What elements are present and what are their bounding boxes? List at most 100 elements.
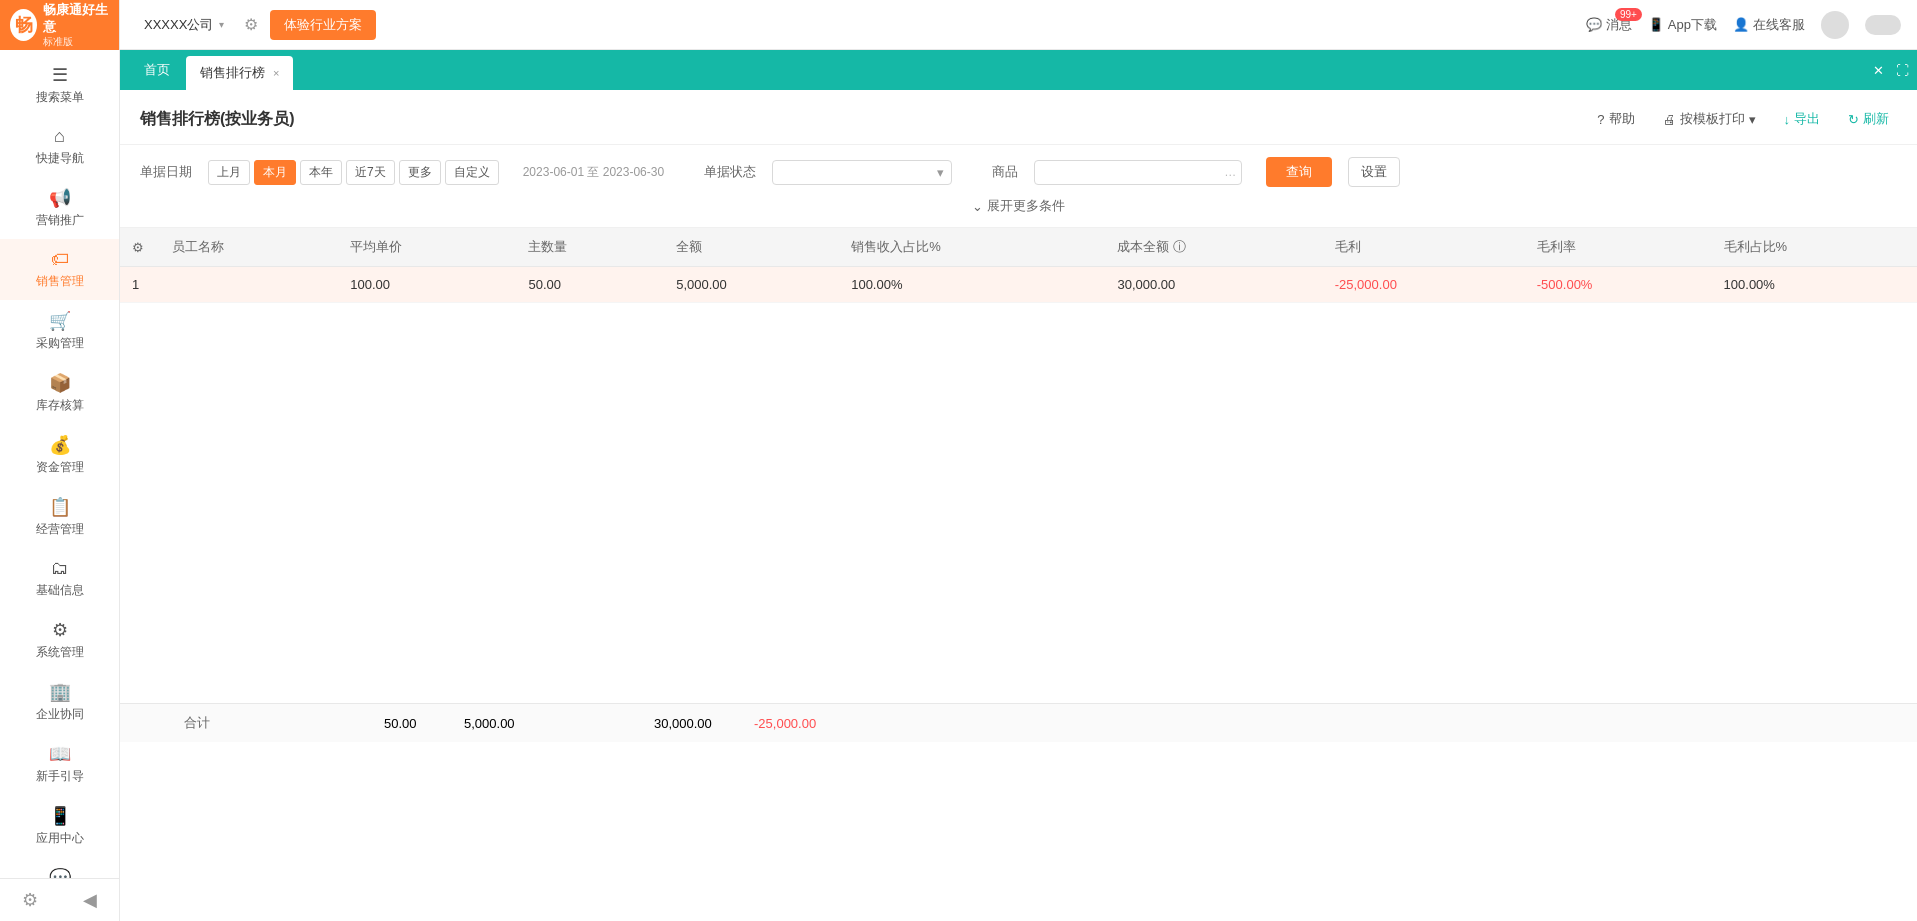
date-btn-custom[interactable]: 自定义 xyxy=(445,160,499,185)
footer-gross: -25,000.00 xyxy=(742,716,842,731)
sidebar-item-enterprise[interactable]: 🏢 企业协同 xyxy=(0,671,119,733)
date-btn-more[interactable]: 更多 xyxy=(399,160,441,185)
tab-sales-ranking[interactable]: 销售排行榜 × xyxy=(186,56,293,90)
th-settings[interactable]: ⚙ xyxy=(120,228,160,267)
home-tab-label: 首页 xyxy=(144,61,170,79)
purchase-icon: 🛒 xyxy=(49,310,71,332)
settings-button[interactable]: 设置 xyxy=(1348,157,1400,187)
th-qty: 主数量 xyxy=(516,228,664,267)
sidebar-item-inventory[interactable]: 📦 库存核算 xyxy=(0,362,119,424)
status-select[interactable] xyxy=(772,160,952,185)
filter-area: 单据日期 上月 本月 本年 近7天 更多 自定义 2023-06-01 至 20… xyxy=(120,145,1917,228)
expand-more-btn[interactable]: ⌄ 展开更多条件 xyxy=(972,197,1065,215)
company-selector[interactable]: XXXXX公司 ▾ xyxy=(136,12,232,38)
cell-gross: -25,000.00 xyxy=(1323,267,1525,303)
online-service-button[interactable]: 👤 在线客服 xyxy=(1733,16,1805,34)
sales-icon: 🏷 xyxy=(51,249,69,270)
date-btn-last-month[interactable]: 上月 xyxy=(208,160,250,185)
sidebar-item-label: 资金管理 xyxy=(36,459,84,476)
sidebar-item-shortcut[interactable]: ⌂ 快捷导航 xyxy=(0,116,119,177)
search-menu-icon: ☰ xyxy=(52,64,68,86)
status-select-wrapper xyxy=(772,160,952,185)
sidebar-item-label: 销售管理 xyxy=(36,273,84,290)
page: 销售排行榜(按业务员) ? 帮助 🖨 按模板打印 ▾ ↓ 导出 xyxy=(120,90,1917,921)
query-button[interactable]: 查询 xyxy=(1266,157,1332,187)
close-tab-icon[interactable]: × xyxy=(273,67,279,79)
table-row: 1 100.00 50.00 5,000.00 100.00% 30,000.0… xyxy=(120,267,1917,303)
goods-input[interactable] xyxy=(1034,160,1242,185)
sidebar-item-wechat[interactable]: 💬 企业微信 xyxy=(0,857,119,878)
enterprise-icon: 🏢 xyxy=(49,681,71,703)
settings-bottom-icon[interactable]: ⚙ xyxy=(22,889,38,911)
newbie-icon: 📖 xyxy=(49,743,71,765)
goods-label: 商品 xyxy=(992,163,1018,181)
expand-label: 展开更多条件 xyxy=(987,197,1065,215)
topbar: XXXXX公司 ▾ ⚙ 体验行业方案 💬 消息 99+ 📱 App下载 👤 在线… xyxy=(120,0,1917,50)
sidebar-item-appcenter[interactable]: 📱 应用中心 xyxy=(0,795,119,857)
th-gear-icon: ⚙ xyxy=(132,240,144,255)
cell-qty: 50.00 xyxy=(516,267,664,303)
date-btn-this-month[interactable]: 本月 xyxy=(254,160,296,185)
close-window-icon[interactable]: ✕ xyxy=(1873,63,1884,78)
filter-row-1: 单据日期 上月 本月 本年 近7天 更多 自定义 2023-06-01 至 20… xyxy=(140,157,1897,187)
operations-icon: 📋 xyxy=(49,496,71,518)
th-gross-rate: 毛利率 xyxy=(1525,228,1712,267)
footer-label: 合计 xyxy=(172,714,292,732)
gear-icon[interactable]: ⚙ xyxy=(244,15,258,34)
trial-button[interactable]: 体验行业方案 xyxy=(270,10,376,40)
table-header-row: ⚙ 员工名称 平均单价 主数量 xyxy=(120,228,1917,267)
logo-icon: 畅 xyxy=(10,9,37,41)
chevron-down-icon: ▾ xyxy=(219,19,224,30)
sidebar-item-basic[interactable]: 🗂 基础信息 xyxy=(0,548,119,609)
help-icon: ? xyxy=(1597,112,1604,127)
home-icon: ⌂ xyxy=(54,126,65,147)
message-button[interactable]: 💬 消息 99+ xyxy=(1586,16,1632,34)
print-button[interactable]: 🖨 按模板打印 ▾ xyxy=(1655,106,1764,132)
refresh-icon: ↻ xyxy=(1848,112,1859,127)
cell-sales-pct: 100.00% xyxy=(839,267,1105,303)
more-icon: … xyxy=(1224,165,1236,179)
wechat-icon: 💬 xyxy=(49,867,71,878)
sidebar-item-newbie[interactable]: 📖 新手引导 xyxy=(0,733,119,795)
footer-cost: 30,000.00 xyxy=(642,716,742,731)
sidebar-item-marketing[interactable]: 📢 营销推广 xyxy=(0,177,119,239)
ranking-table: ⚙ 员工名称 平均单价 主数量 xyxy=(120,228,1917,303)
cell-rank: 1 xyxy=(120,267,160,303)
company-name: XXXXX公司 xyxy=(144,16,213,34)
date-btn-this-year[interactable]: 本年 xyxy=(300,160,342,185)
download-icon: 📱 xyxy=(1648,17,1664,32)
tab-home[interactable]: 首页 xyxy=(128,50,186,90)
sidebar-logo: 畅 畅康通好生意 标准版 xyxy=(0,0,119,50)
sidebar-item-purchase[interactable]: 🛒 采购管理 xyxy=(0,300,119,362)
table-footer: 合计 50.00 5,000.00 30,000.00 -25,000.00 xyxy=(120,703,1917,742)
collapse-icon[interactable]: ◀ xyxy=(83,889,97,911)
user-status xyxy=(1865,15,1901,35)
date-btn-7days[interactable]: 近7天 xyxy=(346,160,395,185)
content-area: 销售排行榜(按业务员) ? 帮助 🖨 按模板打印 ▾ ↓ 导出 xyxy=(120,90,1917,921)
sidebar-item-sales[interactable]: 🏷 销售管理 xyxy=(0,239,119,300)
th-gross: 毛利 xyxy=(1323,228,1525,267)
sidebar-item-label: 应用中心 xyxy=(36,830,84,847)
th-gross-pct: 毛利占比% xyxy=(1712,228,1917,267)
refresh-button[interactable]: ↻ 刷新 xyxy=(1840,106,1897,132)
maximize-icon[interactable]: ⛶ xyxy=(1896,63,1909,78)
sidebar-item-system[interactable]: ⚙ 系统管理 xyxy=(0,609,119,671)
sidebar-item-label: 营销推广 xyxy=(36,212,84,229)
avatar[interactable] xyxy=(1821,11,1849,39)
topbar-right: 💬 消息 99+ 📱 App下载 👤 在线客服 xyxy=(1586,11,1901,39)
sidebar-item-operations[interactable]: 📋 经营管理 xyxy=(0,486,119,548)
th-name: 员工名称 xyxy=(160,228,338,267)
sidebar-item-funds[interactable]: 💰 资金管理 xyxy=(0,424,119,486)
help-button[interactable]: ? 帮助 xyxy=(1589,106,1642,132)
app-download-button[interactable]: 📱 App下载 xyxy=(1648,16,1717,34)
export-button[interactable]: ↓ 导出 xyxy=(1776,106,1829,132)
sidebar-item-search[interactable]: ☰ 搜索菜单 xyxy=(0,54,119,116)
table-container: ⚙ 员工名称 平均单价 主数量 xyxy=(120,228,1917,303)
service-icon: 👤 xyxy=(1733,17,1749,32)
sidebar-item-label: 库存核算 xyxy=(36,397,84,414)
logo-line2: 标准版 xyxy=(43,35,109,48)
th-sales-pct: 销售收入占比% xyxy=(839,228,1105,267)
sidebar-item-label: 新手引导 xyxy=(36,768,84,785)
print-icon: 🖨 xyxy=(1663,112,1676,127)
sidebar-item-label: 搜索菜单 xyxy=(36,89,84,106)
